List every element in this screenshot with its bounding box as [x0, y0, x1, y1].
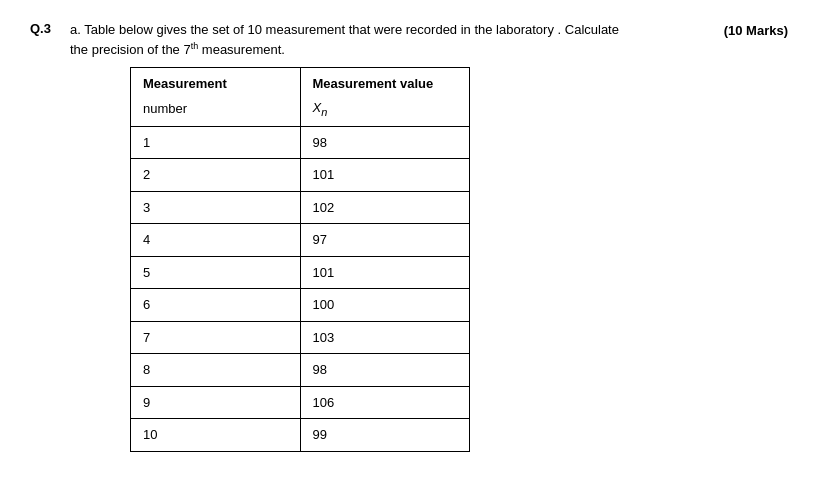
question-text-container: a. Table below gives the set of 10 measu… — [70, 20, 788, 59]
page: Q.3 a. Table below gives the set of 10 m… — [0, 0, 818, 504]
table-subheader-row: number Xn — [131, 96, 470, 127]
measurement-number: 10 — [131, 419, 301, 452]
question-body: a. Table below gives the set of 10 measu… — [70, 20, 788, 452]
table-row: 198 — [131, 126, 470, 159]
measurement-number: 5 — [131, 256, 301, 289]
question-line1: a. Table below gives the set of 10 measu… — [70, 22, 619, 37]
question-row: Q.3 a. Table below gives the set of 10 m… — [30, 20, 788, 452]
measurement-number: 3 — [131, 191, 301, 224]
measurement-number: 8 — [131, 354, 301, 387]
measurement-value: 100 — [300, 289, 470, 322]
question-text: a. Table below gives the set of 10 measu… — [70, 20, 619, 59]
table-row: 2101 — [131, 159, 470, 192]
marks-label: (10 Marks) — [724, 20, 788, 41]
col1-subheader: number — [131, 96, 301, 127]
question-label: Q.3 — [30, 20, 60, 452]
measurement-value: 98 — [300, 126, 470, 159]
table-row: 1099 — [131, 419, 470, 452]
measurement-number: 2 — [131, 159, 301, 192]
table-row: 6100 — [131, 289, 470, 322]
measurement-value: 99 — [300, 419, 470, 452]
measurements-table: Measurement Measurement value number Xn … — [130, 67, 470, 452]
col2-header: Measurement value — [300, 68, 470, 96]
question-line2-end: measurement. — [198, 42, 285, 57]
col2-subheader: Xn — [300, 96, 470, 127]
measurement-value: 97 — [300, 224, 470, 257]
table-row: 898 — [131, 354, 470, 387]
measurement-number: 9 — [131, 386, 301, 419]
measurement-number: 1 — [131, 126, 301, 159]
table-row: 3102 — [131, 191, 470, 224]
table-header-row: Measurement Measurement value — [131, 68, 470, 96]
table-container: Measurement Measurement value number Xn … — [130, 67, 788, 452]
table-row: 497 — [131, 224, 470, 257]
col1-header: Measurement — [131, 68, 301, 96]
measurement-number: 6 — [131, 289, 301, 322]
table-row: 5101 — [131, 256, 470, 289]
measurement-value: 102 — [300, 191, 470, 224]
measurement-number: 7 — [131, 321, 301, 354]
measurement-value: 98 — [300, 354, 470, 387]
table-row: 9106 — [131, 386, 470, 419]
xn-subscript: n — [321, 105, 327, 117]
question-line2-start: the precision of the 7 — [70, 42, 191, 57]
measurement-number: 4 — [131, 224, 301, 257]
measurement-value: 103 — [300, 321, 470, 354]
table-body: 1982101310249751016100710389891061099 — [131, 126, 470, 451]
measurement-value: 101 — [300, 159, 470, 192]
xn-letter: X — [313, 100, 322, 115]
measurement-value: 101 — [300, 256, 470, 289]
measurement-value: 106 — [300, 386, 470, 419]
table-row: 7103 — [131, 321, 470, 354]
